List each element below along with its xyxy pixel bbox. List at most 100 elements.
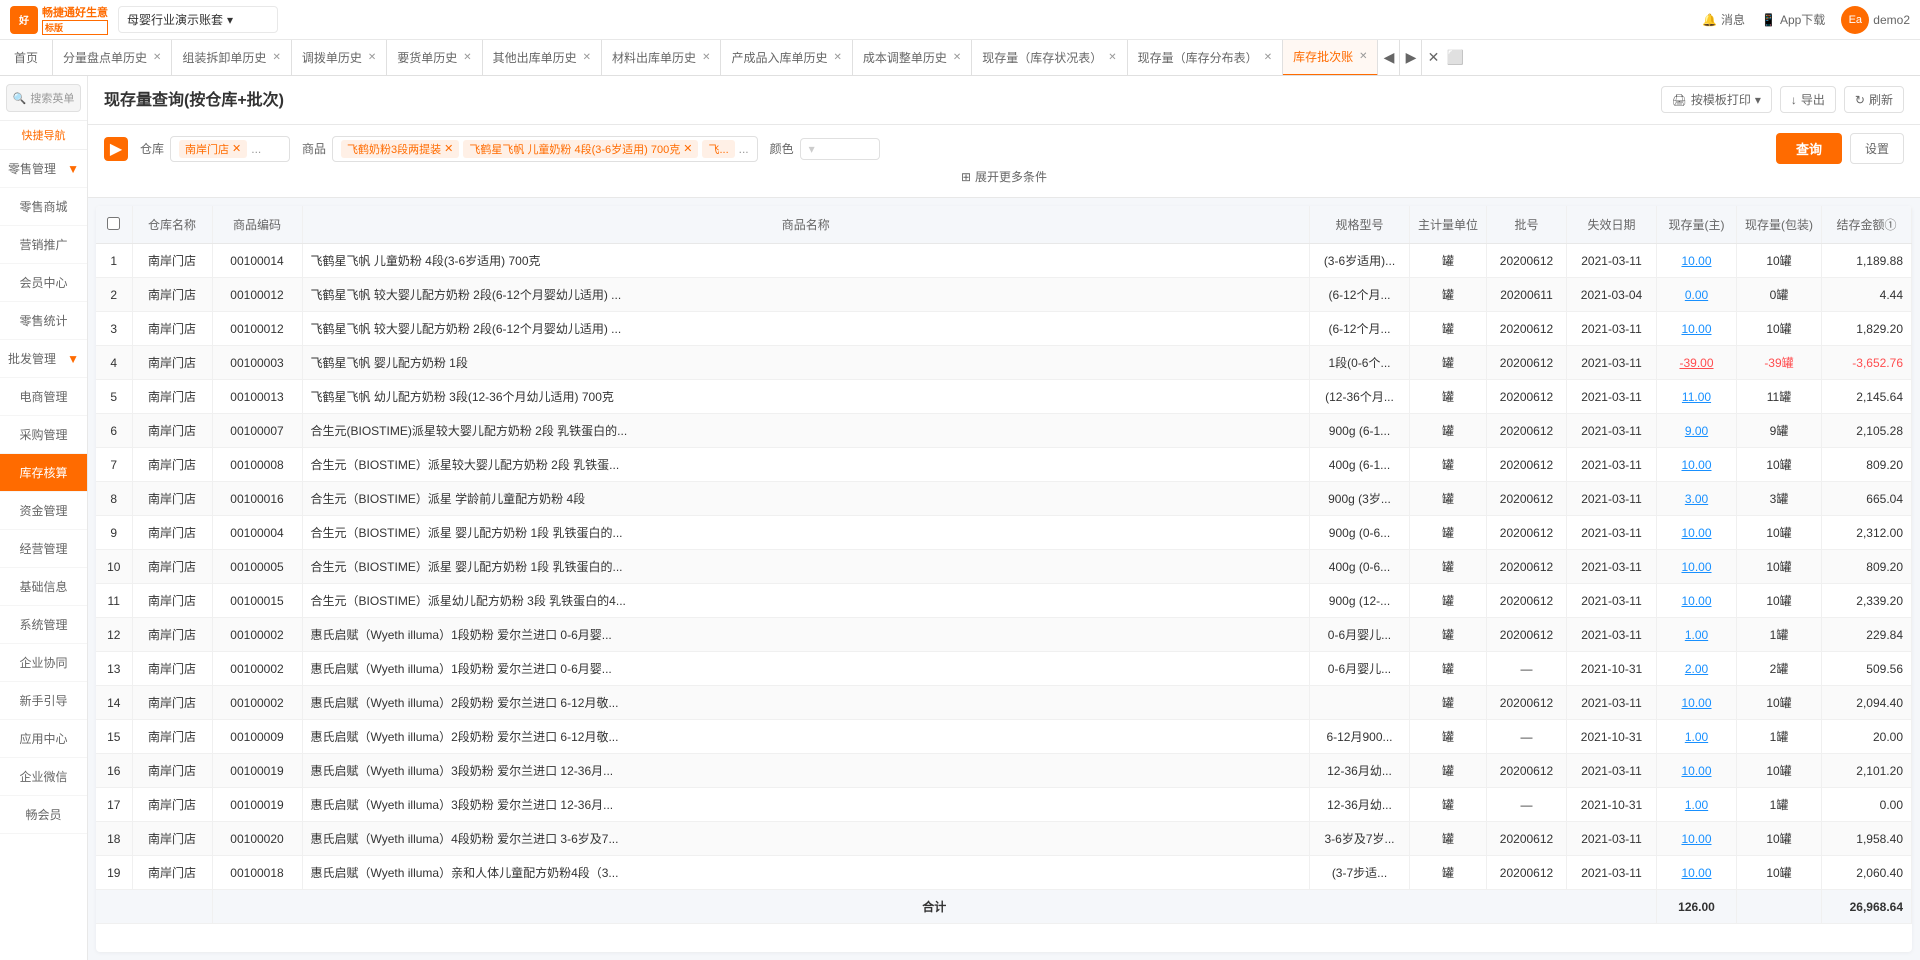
color-tag-container[interactable]: ▾ — [800, 138, 880, 160]
tab-close-icon[interactable]: ✕ — [833, 52, 841, 63]
product-tag-close-2[interactable]: ✕ — [683, 142, 692, 155]
tab-prev-btn[interactable]: ◀ — [1378, 40, 1400, 76]
sidebar-item-retail-stat[interactable]: 零售统计 — [0, 302, 87, 340]
sidebar-item-member[interactable]: 会员中心 — [0, 264, 87, 302]
user-avatar[interactable]: Ea demo2 — [1841, 6, 1910, 34]
search-button[interactable]: 🔍 搜索英单 — [6, 84, 81, 112]
tab-close-icon[interactable]: ✕ — [1359, 51, 1367, 62]
row-qty-main[interactable]: 10.00 — [1657, 244, 1737, 278]
sidebar-item-purchase[interactable]: 采购管理 — [0, 416, 87, 454]
row-expire: 2021-03-11 — [1567, 312, 1657, 346]
tab-close-icon[interactable]: ✕ — [953, 52, 961, 63]
tab-cailiaochu[interactable]: 材料出库单历史 ✕ — [602, 40, 721, 76]
row-qty-main[interactable]: 10.00 — [1657, 856, 1737, 890]
row-qty-main[interactable]: 1.00 — [1657, 788, 1737, 822]
product-tag-container[interactable]: 飞鹤奶粉3段两提装 ✕ 飞鹤星飞帆 儿童奶粉 4段(3-6岁适用) 700克 ✕… — [332, 136, 758, 162]
app-download-btn[interactable]: 📱 App下载 — [1761, 11, 1825, 28]
warehouse-tag-close-icon[interactable]: ✕ — [232, 142, 241, 155]
tab-close-icon[interactable]: ✕ — [272, 52, 280, 63]
tab-close-icon[interactable]: ✕ — [1108, 52, 1116, 63]
row-qty-main[interactable]: 2.00 — [1657, 652, 1737, 686]
quick-nav-label[interactable]: 快捷导航 — [22, 130, 66, 142]
refresh-icon: ↻ — [1855, 93, 1865, 107]
row-qty-main[interactable]: 9.00 — [1657, 414, 1737, 448]
row-expire: 2021-03-11 — [1567, 618, 1657, 652]
row-qty-pkg: 1罐 — [1737, 618, 1822, 652]
sidebar-item-system[interactable]: 系统管理 — [0, 606, 87, 644]
tab-diaobodanlishi[interactable]: 调拨单历史 ✕ — [292, 40, 387, 76]
tab-xiancunliang2[interactable]: 现存量（库存分布表） ✕ — [1128, 40, 1283, 76]
settings-button[interactable]: 设置 — [1850, 133, 1904, 164]
tab-qitachuku[interactable]: 其他出库单历史 ✕ — [483, 40, 602, 76]
row-qty-main[interactable]: 10.00 — [1657, 550, 1737, 584]
select-all-checkbox[interactable] — [107, 217, 120, 230]
export-button[interactable]: ↓ 导出 — [1780, 86, 1836, 113]
tab-kucunpici[interactable]: 库存批次账 ✕ — [1283, 40, 1378, 76]
tab-close-icon[interactable]: ✕ — [153, 52, 161, 63]
sidebar-item-apps[interactable]: 应用中心 — [0, 720, 87, 758]
tab-fenliangpandian[interactable]: 分量盘点单历史 ✕ — [53, 40, 172, 76]
row-qty-main[interactable]: 3.00 — [1657, 482, 1737, 516]
sidebar-item-ecommerce[interactable]: 电商管理 — [0, 378, 87, 416]
row-qty-main[interactable]: 1.00 — [1657, 618, 1737, 652]
row-unit: 罐 — [1409, 312, 1486, 346]
print-button[interactable]: 🖨 按模板打印 ▾ — [1661, 86, 1772, 113]
tab-close-icon[interactable]: ✕ — [368, 52, 376, 63]
row-batch: 20200612 — [1487, 448, 1567, 482]
tab-close-icon[interactable]: ✕ — [463, 52, 471, 63]
row-qty-main[interactable]: 10.00 — [1657, 312, 1737, 346]
row-qty-main[interactable]: 11.00 — [1657, 380, 1737, 414]
tab-home[interactable]: 首页 — [0, 40, 53, 76]
tab-close-icon[interactable]: ✕ — [702, 52, 710, 63]
sidebar-item-ops[interactable]: 经营管理 — [0, 530, 87, 568]
row-qty-main[interactable]: 1.00 — [1657, 720, 1737, 754]
tab-maximize-btn[interactable]: ⬜ — [1444, 40, 1466, 76]
logo[interactable]: 好 畅捷通好生意 标版 — [10, 4, 108, 35]
sidebar-item-retail-mgmt[interactable]: 零售管理 ▼ — [0, 150, 87, 188]
row-qty-main[interactable]: 10.00 — [1657, 516, 1737, 550]
sidebar-item-inventory[interactable]: 库存核算 — [0, 454, 87, 492]
sidebar-item-enterprise[interactable]: 企业协同 — [0, 644, 87, 682]
sidebar-item-wholesale[interactable]: 批发管理 ▼ — [0, 340, 87, 378]
tab-next-btn[interactable]: ▶ — [1400, 40, 1422, 76]
tab-chanchengpin[interactable]: 产成品入库单历史 ✕ — [721, 40, 852, 76]
row-qty-pkg: 10罐 — [1737, 312, 1822, 346]
sidebar-item-member2[interactable]: 畅会员 — [0, 796, 87, 834]
row-warehouse: 南岸门店 — [132, 414, 212, 448]
row-qty-main[interactable]: 10.00 — [1657, 686, 1737, 720]
sidebar-item-wechat[interactable]: 企业微信 — [0, 758, 87, 796]
sidebar-item-retail-shop[interactable]: 零售商城 — [0, 188, 87, 226]
row-qty-main[interactable]: 10.00 — [1657, 584, 1737, 618]
row-qty-main[interactable]: 10.00 — [1657, 822, 1737, 856]
row-qty-main[interactable]: 0.00 — [1657, 278, 1737, 312]
sidebar-item-guide[interactable]: 新手引导 — [0, 682, 87, 720]
row-qty-main[interactable]: -39.00 — [1657, 346, 1737, 380]
tab-close-all-btn[interactable]: ✕ — [1422, 40, 1444, 76]
sidebar-item-marketing[interactable]: 营销推广 — [0, 226, 87, 264]
filter-more-icon[interactable]: ... — [251, 142, 261, 156]
filter-toggle-btn[interactable]: ▶ — [104, 137, 128, 161]
sidebar-item-finance[interactable]: 资金管理 — [0, 492, 87, 530]
product-tag-close-1[interactable]: ✕ — [444, 142, 453, 155]
row-qty-main[interactable]: 10.00 — [1657, 754, 1737, 788]
tab-xiancunliang1[interactable]: 现存量（库存状况表） ✕ — [972, 40, 1127, 76]
expand-conditions-btn[interactable]: ⊞ 展开更多条件 — [961, 168, 1047, 185]
query-button[interactable]: 查询 — [1776, 133, 1842, 164]
product-filter-more[interactable]: ... — [739, 142, 749, 156]
tab-close-icon[interactable]: ✕ — [583, 52, 591, 63]
refresh-button[interactable]: ↻ 刷新 — [1844, 86, 1904, 113]
row-expire: 2021-03-11 — [1567, 754, 1657, 788]
tab-close-icon[interactable]: ✕ — [1264, 52, 1272, 63]
tab-chengbentiaozhen[interactable]: 成本调整单历史 ✕ — [853, 40, 972, 76]
row-qty-main[interactable]: 10.00 — [1657, 448, 1737, 482]
tab-yaohuo[interactable]: 要货单历史 ✕ — [387, 40, 482, 76]
account-selector[interactable]: 母婴行业演示账套 ▾ — [118, 6, 278, 33]
row-num: 13 — [96, 652, 132, 686]
row-spec: (3-7步适... — [1309, 856, 1409, 890]
row-balance: 2,312.00 — [1822, 516, 1912, 550]
sidebar-item-basic[interactable]: 基础信息 — [0, 568, 87, 606]
tab-zuzhangchaijian[interactable]: 组装拆卸单历史 ✕ — [172, 40, 291, 76]
message-btn[interactable]: 🔔 消息 — [1702, 11, 1745, 28]
warehouse-tag-container[interactable]: 南岸门店 ✕ ... — [170, 136, 290, 162]
row-num: 2 — [96, 278, 132, 312]
